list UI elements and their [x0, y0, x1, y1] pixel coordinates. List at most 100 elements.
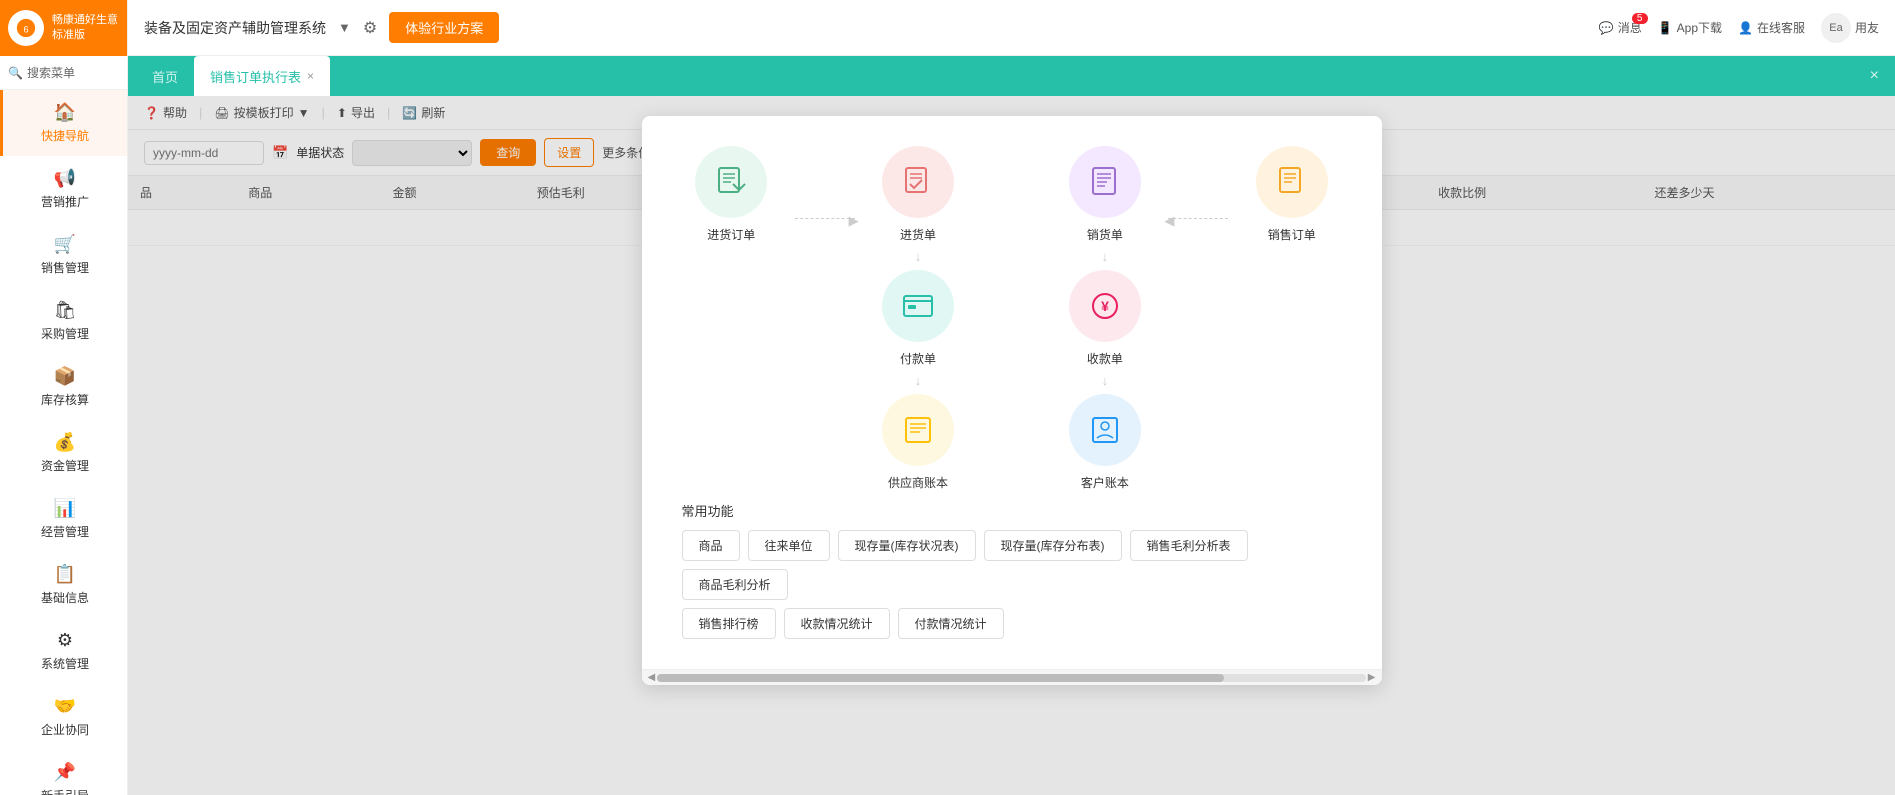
flow-node-supplier[interactable]: 供应商账本	[882, 394, 954, 491]
sidebar-item-finance[interactable]: 💰 资金管理	[0, 420, 127, 486]
customer-icon	[1069, 394, 1141, 466]
sidebar-item-purchase[interactable]: 🛍 采购管理	[0, 288, 127, 354]
sidebar-logo: 6 畅康通好生意 标准版	[0, 0, 127, 56]
operation-icon: 📊	[54, 498, 76, 519]
purchase-icon: 🛍	[54, 300, 77, 321]
tabs-bar: 首页 销售订单执行表 × ×	[128, 56, 1895, 96]
tab-close-icon[interactable]: ×	[307, 69, 314, 83]
message-icon: 💬	[1599, 21, 1614, 35]
func-btn-stock-status[interactable]: 现存量(库存状况表)	[838, 530, 976, 561]
spacer-10	[1256, 373, 1328, 388]
func-buttons: 商品 往来单位 现存量(库存状况表) 现存量(库存分布表) 销售毛利分析表 商品…	[682, 530, 1342, 600]
basic-info-icon: 📋	[54, 564, 76, 585]
func-btn-product[interactable]: 商品	[682, 530, 740, 561]
logo-icon: 6	[8, 10, 44, 46]
message-badge: 5	[1632, 13, 1648, 24]
home-icon: 🏠	[54, 102, 76, 123]
online-service-action[interactable]: 👤 在线客服	[1738, 19, 1805, 36]
sidebar-item-quick-nav[interactable]: 🏠 快捷导航	[0, 90, 127, 156]
spacer-8	[981, 373, 1041, 388]
spacer-b	[981, 249, 1041, 264]
scrollbar-right-arrow[interactable]: ▶	[1366, 672, 1378, 683]
common-func-title: 常用功能	[682, 501, 1342, 520]
arrow-down-sales: ↓	[1069, 249, 1141, 264]
topbar: 装备及固定资产辅助管理系统 ▼ ⚙ 体验行业方案 💬 消息 5 📱 App下载 …	[128, 0, 1895, 56]
sidebar-item-basic-info[interactable]: 📋 基础信息	[0, 552, 127, 618]
system-icon: ⚙	[57, 630, 73, 651]
sidebar-search[interactable]: 🔍 搜索菜单	[0, 56, 127, 90]
flow-diagram: 进货订单 ▶	[682, 146, 1342, 491]
modal-scrollbar: ◀ ▶	[642, 669, 1382, 685]
cooperation-icon: 🤝	[54, 696, 76, 717]
func-btn-partner[interactable]: 往来单位	[748, 530, 830, 561]
service-icon: 👤	[1738, 21, 1753, 35]
sidebar-item-sales[interactable]: 🛒 销售管理	[0, 222, 127, 288]
sidebar-nav: 🏠 快捷导航 📢 营销推广 🛒 销售管理 🛍 采购管理 📦 库存核算 💰	[0, 90, 127, 795]
settings-icon[interactable]: ⚙	[363, 18, 377, 38]
func-btn-payment-stats[interactable]: 付款情况统计	[898, 608, 1004, 639]
sidebar-item-operation[interactable]: 📊 经营管理	[0, 486, 127, 552]
arrow-down-purchase: ↓	[882, 249, 954, 264]
inventory-icon: 📦	[54, 366, 76, 387]
scrollbar-thumb[interactable]	[657, 674, 1224, 682]
purchase-order-icon	[695, 146, 767, 218]
func-btn-product-profit[interactable]: 商品毛利分析	[682, 569, 788, 600]
scrollbar-track[interactable]	[657, 674, 1366, 682]
sales-order-icon	[1256, 146, 1328, 218]
spacer-7	[795, 373, 855, 388]
search-icon: 🔍	[8, 66, 23, 80]
flow-node-sales-bill[interactable]: 销货单	[1069, 146, 1141, 243]
purchase-bill-icon	[882, 146, 954, 218]
spacer-d	[1256, 249, 1328, 264]
user-label: 用友	[1855, 19, 1879, 36]
spacer-9	[1168, 373, 1228, 388]
func-btn-sales-rank[interactable]: 销售排行榜	[682, 608, 776, 639]
modal-overlay: 进货订单 ▶	[128, 96, 1895, 795]
content-area: ❓ 帮助 | 🖨 按模板打印 ▼ | ⬆ 导出 | 🔄 刷新	[128, 96, 1895, 795]
flow-arrows-down: ↓ ↓	[682, 243, 1342, 270]
user-action[interactable]: Ea 用友	[1821, 13, 1879, 43]
svg-text:¥: ¥	[1101, 298, 1109, 314]
supplier-icon	[882, 394, 954, 466]
func-btn-sales-profit[interactable]: 销售毛利分析表	[1130, 530, 1248, 561]
flow-arrow-1: ▶	[795, 218, 855, 243]
flow-node-payment[interactable]: 付款单	[882, 270, 954, 367]
flow-row-2: 付款单 ¥ 收款单	[682, 270, 1342, 367]
flow-arrows-down-2: ↓ ↓	[682, 367, 1342, 394]
arrow-down-payment: ↓	[882, 373, 954, 388]
flow-node-sales-order[interactable]: 销售订单	[1256, 146, 1328, 243]
sidebar-item-marketing[interactable]: 📢 营销推广	[0, 156, 127, 222]
finance-icon: 💰	[54, 432, 76, 453]
sidebar-item-inventory[interactable]: 📦 库存核算	[0, 354, 127, 420]
tab-home[interactable]: 首页	[136, 56, 194, 96]
flow-node-customer[interactable]: 客户账本	[1069, 394, 1141, 491]
spacer-a	[795, 249, 855, 264]
experience-btn[interactable]: 体验行业方案	[389, 12, 499, 43]
func-btn-stock-dist[interactable]: 现存量(库存分布表)	[984, 530, 1122, 561]
flow-row-3: 供应商账本 客户账本	[682, 394, 1342, 491]
sidebar-item-system[interactable]: ⚙ 系统管理	[0, 618, 127, 684]
guide-icon: 📌	[54, 762, 76, 783]
dropdown-icon[interactable]: ▼	[338, 20, 351, 35]
flow-row-1: 进货订单 ▶	[682, 146, 1342, 243]
topbar-actions: 💬 消息 5 📱 App下载 👤 在线客服 Ea 用友	[1599, 13, 1879, 43]
flow-node-receipt[interactable]: ¥ 收款单	[1069, 270, 1141, 367]
tab-sales-order[interactable]: 销售订单执行表 ×	[194, 56, 330, 96]
message-action[interactable]: 💬 消息 5	[1599, 19, 1642, 36]
flow-node-purchase-order[interactable]: 进货订单	[695, 146, 767, 243]
func-btn-receipt-stats[interactable]: 收款情况统计	[784, 608, 890, 639]
user-avatar: Ea	[1821, 13, 1851, 43]
scrollbar-left-arrow[interactable]: ◀	[646, 672, 658, 683]
app-download-action[interactable]: 📱 App下载	[1658, 19, 1722, 36]
sidebar: 6 畅康通好生意 标准版 🔍 搜索菜单 🏠 快捷导航 📢 营销推广 🛒 销售管理	[0, 0, 128, 795]
spacer-c	[1168, 249, 1228, 264]
sidebar-item-guide[interactable]: 📌 新手引导	[0, 750, 127, 795]
tabs-close-all-icon[interactable]: ×	[1870, 67, 1887, 85]
modal-body: 进货订单 ▶	[642, 116, 1382, 669]
marketing-icon: 📢	[54, 168, 76, 189]
receipt-icon: ¥	[1069, 270, 1141, 342]
system-title: 装备及固定资产辅助管理系统	[144, 18, 326, 38]
sidebar-item-cooperation[interactable]: 🤝 企业协同	[0, 684, 127, 750]
flow-arrow-2: ◀	[1168, 218, 1228, 243]
flow-node-purchase-bill[interactable]: 进货单	[882, 146, 954, 243]
